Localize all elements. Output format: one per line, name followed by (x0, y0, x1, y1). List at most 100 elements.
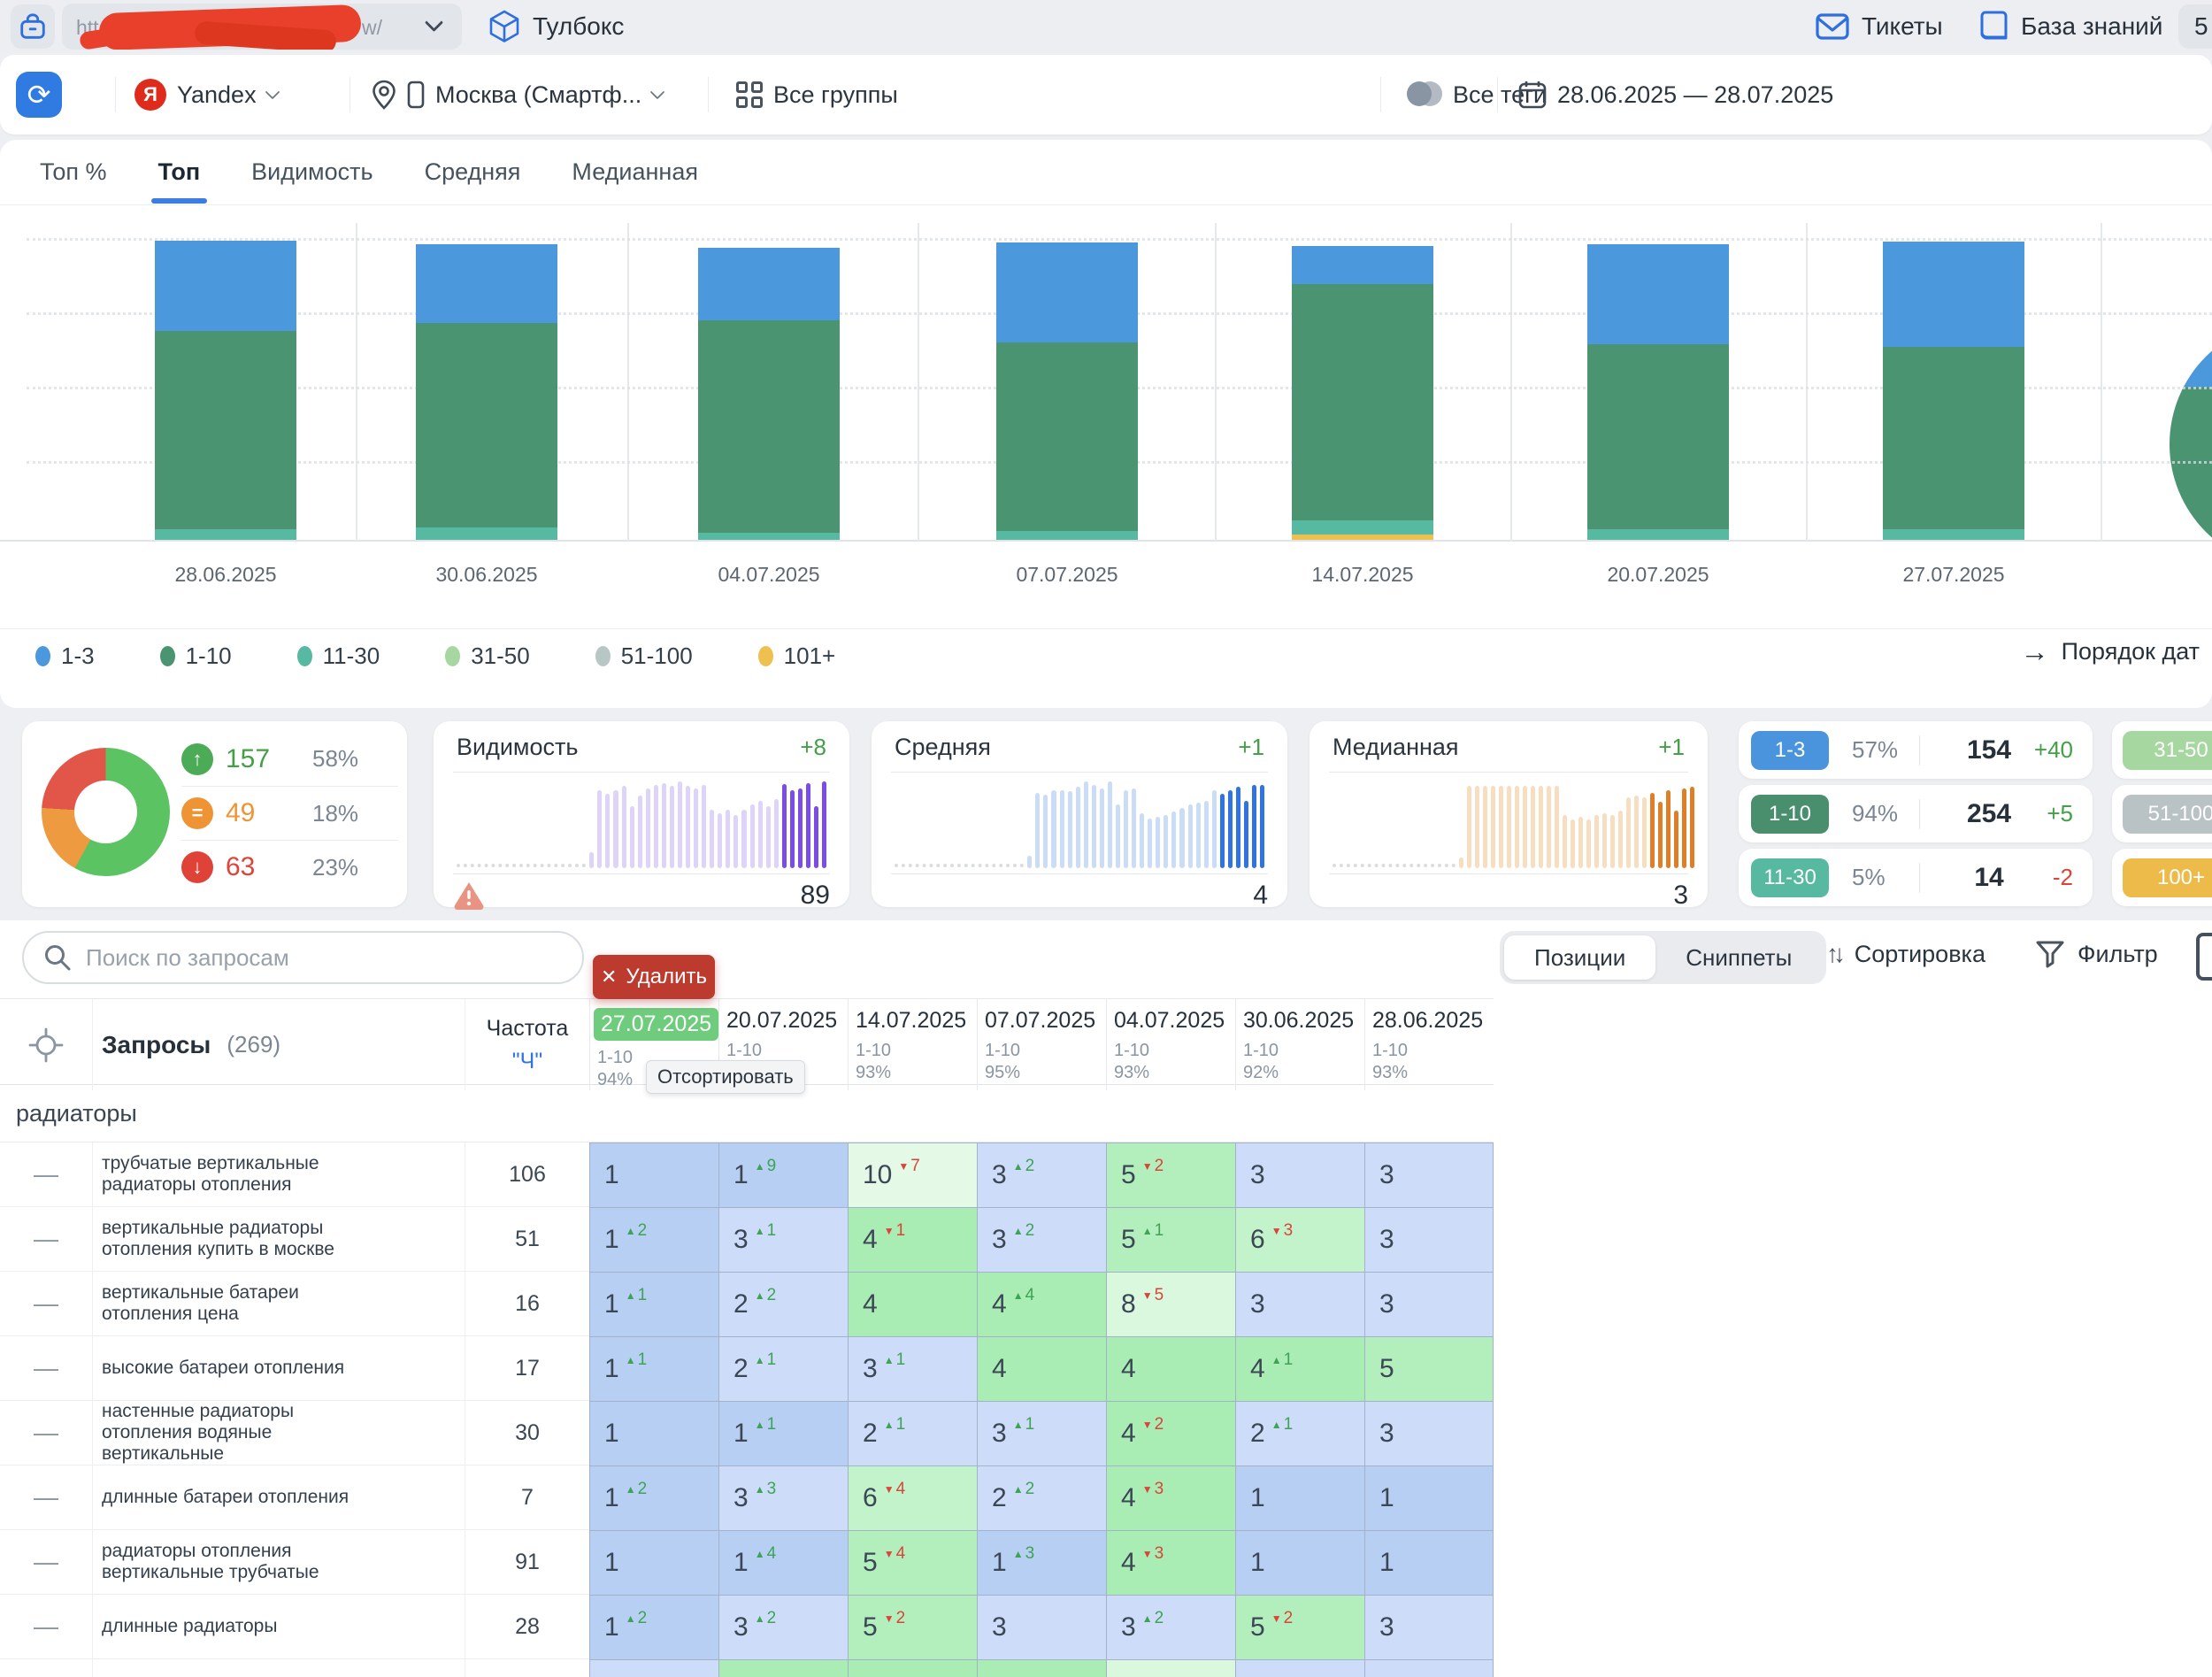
remove-keyword-button[interactable]: — (0, 1336, 93, 1401)
chart-tabs: Топ % Топ Видимость Средняя Медианная (0, 140, 2212, 205)
bar-segment-1-3 (1292, 246, 1433, 285)
remove-keyword-button[interactable]: — (0, 1272, 93, 1336)
changes-donut-chart (42, 748, 170, 876)
remove-keyword-button[interactable]: — (0, 1530, 93, 1595)
remove-keyword-button[interactable]: — (0, 1659, 93, 1677)
position-delta: ▲ 4 (1013, 1286, 1034, 1305)
stat-card-1-10[interactable]: 1-10 94% 254 +5 (1739, 785, 2093, 842)
table-row: — длинные радиаторы 28 1 ▲ 2 3 ▲ 2 5 ▼ 2 3 3 ▲ 2 5 ▼ 2 3 (0, 1595, 1494, 1659)
column-header-30.06.2025[interactable]: 30.06.2025 1-10 92% (1235, 999, 1364, 1090)
stat-card-100+[interactable]: 100+ (2112, 849, 2212, 906)
tickets-link[interactable]: Тикеты (1816, 9, 1943, 44)
bar-segment-1-3 (1587, 244, 1729, 344)
remove-keyword-button[interactable]: — (0, 1142, 93, 1207)
filter-button[interactable]: Фильтр (2035, 940, 2158, 968)
date-order-button[interactable]: → Порядок дат (2021, 637, 2200, 665)
region-selector[interactable]: Москва (Смартф... (372, 55, 665, 135)
refresh-button[interactable]: ⟳ (16, 72, 62, 118)
delta-value: 3 (1283, 1221, 1294, 1240)
keyword-cell[interactable]: радиаторы отопления вертикальные трубчат… (93, 1530, 465, 1595)
delta-down-icon: ▼ (1271, 1225, 1282, 1237)
delta-up-icon: ▲ (1271, 1419, 1282, 1432)
position-cell: 10 ▼ 7 (848, 1142, 977, 1207)
average-position-card[interactable]: Средняя +1 4 (872, 721, 1287, 910)
keyword-cell[interactable]: трубчатые вертикальные радиаторы отоплен… (93, 1142, 465, 1207)
keyword-cell[interactable]: длинные радиаторы (93, 1595, 465, 1659)
queries-column-header[interactable]: Запросы (269) (93, 999, 465, 1090)
delta-value: 2 (637, 1609, 648, 1627)
chart-bar-14.07.2025 (1292, 246, 1433, 540)
keyword-cell[interactable]: длинные батареи отопления (93, 1465, 465, 1530)
remove-keyword-button[interactable]: — (0, 1595, 93, 1659)
projects-button[interactable] (11, 4, 55, 49)
smartphone-icon (407, 81, 425, 109)
median-position-card[interactable]: Медианная +1 3 (1310, 721, 1708, 910)
search-input[interactable] (86, 943, 563, 972)
delta-value: 1 (766, 1350, 777, 1369)
position-value: 3 (1379, 1612, 1394, 1642)
search-engine-selector[interactable]: Я Yandex (134, 55, 280, 135)
legend-item-101+[interactable]: 101+ (757, 642, 835, 670)
divider (891, 772, 1268, 773)
position-cell: 1 ▲ 1 (589, 1336, 718, 1401)
column-header-28.06.2025[interactable]: 28.06.2025 1-10 93% (1364, 999, 1494, 1090)
sparkline-missing-segment (457, 864, 587, 867)
keywords-search[interactable] (22, 931, 584, 984)
column-date: 04.07.2025 (1114, 1008, 1225, 1033)
legend-item-11-30[interactable]: 11-30 (296, 642, 380, 670)
delta-value: 3 (766, 1480, 777, 1498)
keyword-cell[interactable]: настенные радиаторы отопления водяные ве… (93, 1401, 465, 1466)
tab-Видимость[interactable]: Видимость (251, 158, 373, 186)
position-cell: 1 (589, 1401, 718, 1466)
tab-Топ %[interactable]: Топ % (40, 158, 107, 186)
stat-card-1-3[interactable]: 1-3 57% 154 +40 (1739, 721, 2093, 779)
legend-item-1-10[interactable]: 1-10 (159, 642, 232, 670)
frequency-cell (465, 1659, 589, 1677)
sparkline-bar (1531, 786, 1536, 868)
project-url-fragment-end: w/ (362, 16, 382, 39)
remove-keyword-button[interactable]: — (0, 1465, 93, 1530)
column-header-14.07.2025[interactable]: 14.07.2025 1-10 93% (848, 999, 977, 1090)
legend-item-31-50[interactable]: 31-50 (445, 642, 530, 670)
column-header-07.07.2025[interactable]: 07.07.2025 1-10 95% (977, 999, 1106, 1090)
crosshair-icon (28, 1027, 64, 1063)
position-cell (1235, 1659, 1364, 1677)
remove-keyword-button[interactable]: — (0, 1401, 93, 1466)
delta-up-icon: ▲ (625, 1354, 636, 1366)
sort-button[interactable]: ↑↓ Сортировка (1826, 940, 1985, 968)
position-value: 1 (604, 1225, 619, 1254)
frequency-column-header[interactable]: Частота "Ч" (465, 999, 589, 1090)
tab-Средняя[interactable]: Средняя (425, 158, 521, 186)
stat-card-11-30[interactable]: 11-30 5% 14 -2 (1739, 849, 2093, 906)
legend-item-51-100[interactable]: 51-100 (595, 642, 693, 670)
sparkline-bar (1091, 785, 1096, 868)
delta-up-icon: ▲ (754, 1354, 765, 1366)
delete-date-button[interactable]: ✕ Удалить (593, 955, 715, 999)
target-column-header[interactable] (0, 999, 93, 1090)
project-selector[interactable]: htt w/ (62, 4, 462, 50)
keyword-cell[interactable]: вертикальные батареи отопления цена (93, 1272, 465, 1336)
keyword-cell[interactable]: высокие батареи отопления (93, 1336, 465, 1401)
legend-item-1-3[interactable]: 1-3 (35, 642, 95, 670)
toolbox-link[interactable]: Тулбокс (488, 9, 624, 44)
stat-card-51-100[interactable]: 51-100 (2112, 785, 2212, 842)
groups-selector[interactable]: Все группы (736, 55, 898, 135)
column-header-04.07.2025[interactable]: 04.07.2025 1-10 93% (1106, 999, 1235, 1090)
tab-Медианная[interactable]: Медианная (572, 158, 698, 186)
delta-down-icon: ▼ (883, 1612, 895, 1625)
date-range-selector[interactable]: 28.06.2025 — 28.07.2025 (1518, 55, 1833, 135)
keyword-cell[interactable]: вертикальные радиаторы отопления купить … (93, 1207, 465, 1272)
position-value: 10 (863, 1160, 893, 1189)
stat-count: 254 (1966, 798, 2012, 828)
snippets-tab[interactable]: Сниппеты (1655, 935, 1822, 980)
sparkline-missing-segment (1333, 864, 1456, 867)
tab-Топ[interactable]: Топ (150, 158, 207, 204)
remove-keyword-button[interactable]: — (0, 1207, 93, 1272)
knowledge-base-link[interactable]: База знаний (1978, 9, 2162, 44)
positions-tab[interactable]: Позиции (1504, 935, 1656, 980)
columns-settings-icon[interactable] (2196, 933, 2212, 981)
position-value: 4 (1121, 1548, 1136, 1577)
stat-card-31-50[interactable]: 31-50 (2112, 721, 2212, 779)
balance-pill[interactable]: 5 (2178, 4, 2212, 49)
visibility-card[interactable]: Видимость +8 89 (434, 721, 849, 910)
